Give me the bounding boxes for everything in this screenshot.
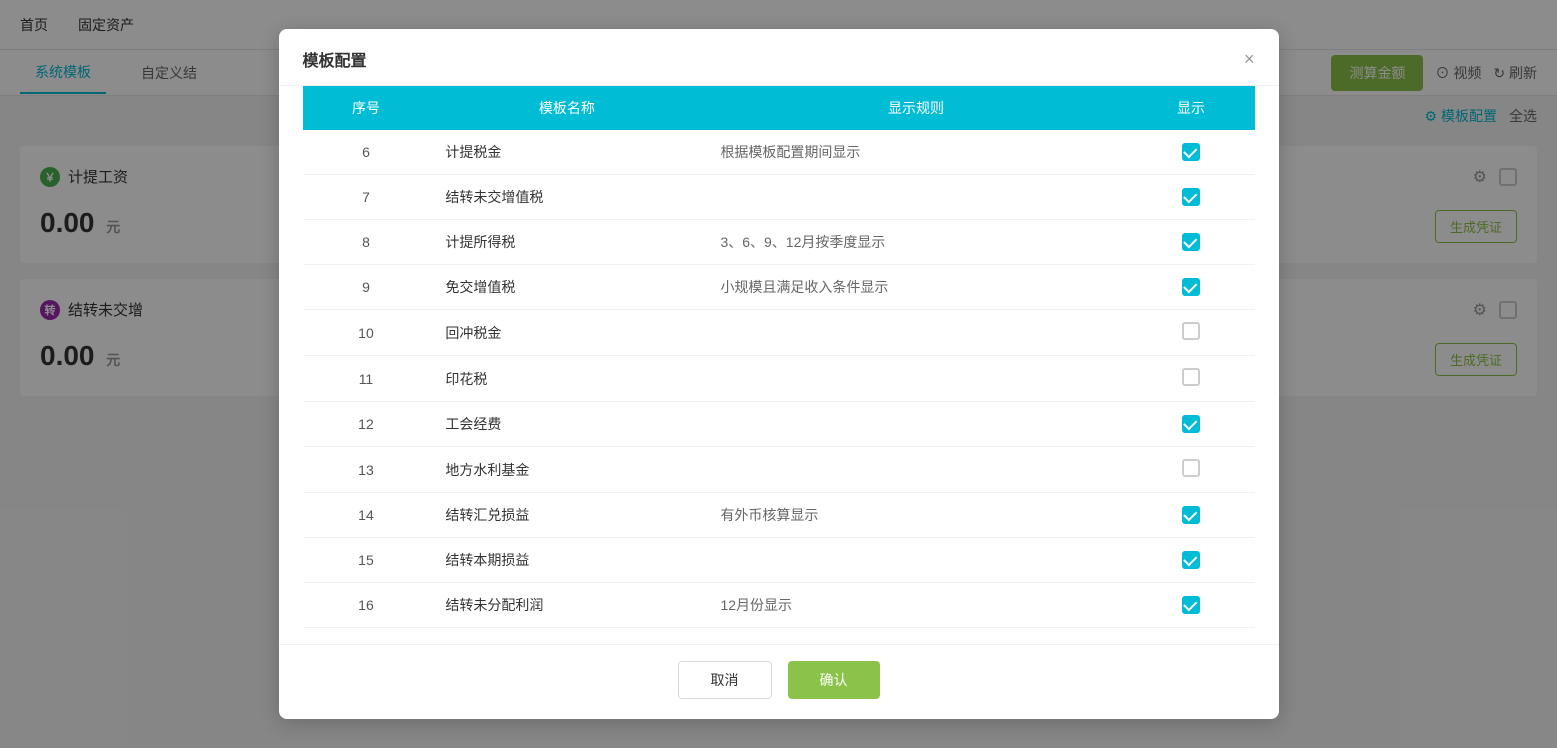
row-rule: 3、6、9、12月按季度显示 bbox=[704, 220, 1127, 265]
row-id: 6 bbox=[303, 130, 430, 175]
row-checkbox[interactable] bbox=[1182, 596, 1200, 614]
modal-footer: 取消 确认 bbox=[279, 644, 1279, 719]
row-rule bbox=[704, 175, 1127, 220]
row-display bbox=[1128, 175, 1255, 220]
row-name: 计提税金 bbox=[429, 130, 704, 175]
row-checkbox[interactable] bbox=[1182, 188, 1200, 206]
col-header-id: 序号 bbox=[303, 86, 430, 130]
row-name: 结转本期损益 bbox=[429, 538, 704, 583]
row-rule: 根据模板配置期间显示 bbox=[704, 130, 1127, 175]
table-row: 8计提所得税3、6、9、12月按季度显示 bbox=[303, 220, 1255, 265]
row-display bbox=[1128, 130, 1255, 175]
row-name: 计提所得税 bbox=[429, 220, 704, 265]
row-display bbox=[1128, 583, 1255, 628]
col-header-display: 显示 bbox=[1128, 86, 1255, 130]
row-id: 9 bbox=[303, 265, 430, 310]
row-id: 7 bbox=[303, 175, 430, 220]
table-row: 6计提税金根据模板配置期间显示 bbox=[303, 130, 1255, 175]
modal-title: 模板配置 bbox=[303, 47, 367, 71]
row-rule bbox=[704, 538, 1127, 583]
row-checkbox[interactable] bbox=[1182, 368, 1200, 386]
table-row: 12工会经费 bbox=[303, 402, 1255, 447]
row-id: 11 bbox=[303, 356, 430, 402]
row-name: 结转未分配利润 bbox=[429, 583, 704, 628]
row-rule: 12月份显示 bbox=[704, 583, 1127, 628]
row-name: 结转汇兑损益 bbox=[429, 493, 704, 538]
table-row: 15结转本期损益 bbox=[303, 538, 1255, 583]
modal-overlay: 模板配置 × 序号 模板名称 显示规则 显示 6计提税金根据模板配置期间显示7结… bbox=[0, 0, 1557, 748]
row-checkbox[interactable] bbox=[1182, 322, 1200, 340]
row-id: 14 bbox=[303, 493, 430, 538]
row-display bbox=[1128, 310, 1255, 356]
table-row: 10回冲税金 bbox=[303, 310, 1255, 356]
row-checkbox[interactable] bbox=[1182, 415, 1200, 433]
table-row: 14结转汇兑损益有外币核算显示 bbox=[303, 493, 1255, 538]
row-checkbox[interactable] bbox=[1182, 278, 1200, 296]
row-rule bbox=[704, 356, 1127, 402]
table-row: 9免交增值税小规模且满足收入条件显示 bbox=[303, 265, 1255, 310]
row-name: 工会经费 bbox=[429, 402, 704, 447]
table-row: 11印花税 bbox=[303, 356, 1255, 402]
config-table: 序号 模板名称 显示规则 显示 6计提税金根据模板配置期间显示7结转未交增值税8… bbox=[303, 86, 1255, 628]
row-rule: 小规模且满足收入条件显示 bbox=[704, 265, 1127, 310]
row-id: 13 bbox=[303, 447, 430, 493]
confirm-button[interactable]: 确认 bbox=[788, 661, 880, 699]
row-checkbox[interactable] bbox=[1182, 551, 1200, 569]
col-header-name: 模板名称 bbox=[429, 86, 704, 130]
template-config-modal: 模板配置 × 序号 模板名称 显示规则 显示 6计提税金根据模板配置期间显示7结… bbox=[279, 29, 1279, 719]
row-rule bbox=[704, 310, 1127, 356]
table-body: 6计提税金根据模板配置期间显示7结转未交增值税8计提所得税3、6、9、12月按季… bbox=[303, 130, 1255, 628]
col-header-rule: 显示规则 bbox=[704, 86, 1127, 130]
row-checkbox[interactable] bbox=[1182, 506, 1200, 524]
table-row: 13地方水利基金 bbox=[303, 447, 1255, 493]
row-name: 回冲税金 bbox=[429, 310, 704, 356]
row-display bbox=[1128, 265, 1255, 310]
row-id: 15 bbox=[303, 538, 430, 583]
table-row: 7结转未交增值税 bbox=[303, 175, 1255, 220]
modal-body: 序号 模板名称 显示规则 显示 6计提税金根据模板配置期间显示7结转未交增值税8… bbox=[279, 86, 1279, 644]
row-rule bbox=[704, 402, 1127, 447]
row-display bbox=[1128, 220, 1255, 265]
row-display bbox=[1128, 402, 1255, 447]
row-name: 结转未交增值税 bbox=[429, 175, 704, 220]
row-name: 地方水利基金 bbox=[429, 447, 704, 493]
row-rule: 有外币核算显示 bbox=[704, 493, 1127, 538]
table-row: 16结转未分配利润12月份显示 bbox=[303, 583, 1255, 628]
row-id: 8 bbox=[303, 220, 430, 265]
row-checkbox[interactable] bbox=[1182, 233, 1200, 251]
table-header: 序号 模板名称 显示规则 显示 bbox=[303, 86, 1255, 130]
row-display bbox=[1128, 356, 1255, 402]
row-display bbox=[1128, 447, 1255, 493]
row-rule bbox=[704, 447, 1127, 493]
cancel-button[interactable]: 取消 bbox=[678, 661, 772, 699]
row-id: 16 bbox=[303, 583, 430, 628]
row-id: 10 bbox=[303, 310, 430, 356]
row-name: 印花税 bbox=[429, 356, 704, 402]
modal-header: 模板配置 × bbox=[279, 29, 1279, 86]
row-id: 12 bbox=[303, 402, 430, 447]
row-display bbox=[1128, 538, 1255, 583]
row-name: 免交增值税 bbox=[429, 265, 704, 310]
modal-close-button[interactable]: × bbox=[1244, 50, 1255, 68]
row-display bbox=[1128, 493, 1255, 538]
row-checkbox[interactable] bbox=[1182, 143, 1200, 161]
row-checkbox[interactable] bbox=[1182, 459, 1200, 477]
